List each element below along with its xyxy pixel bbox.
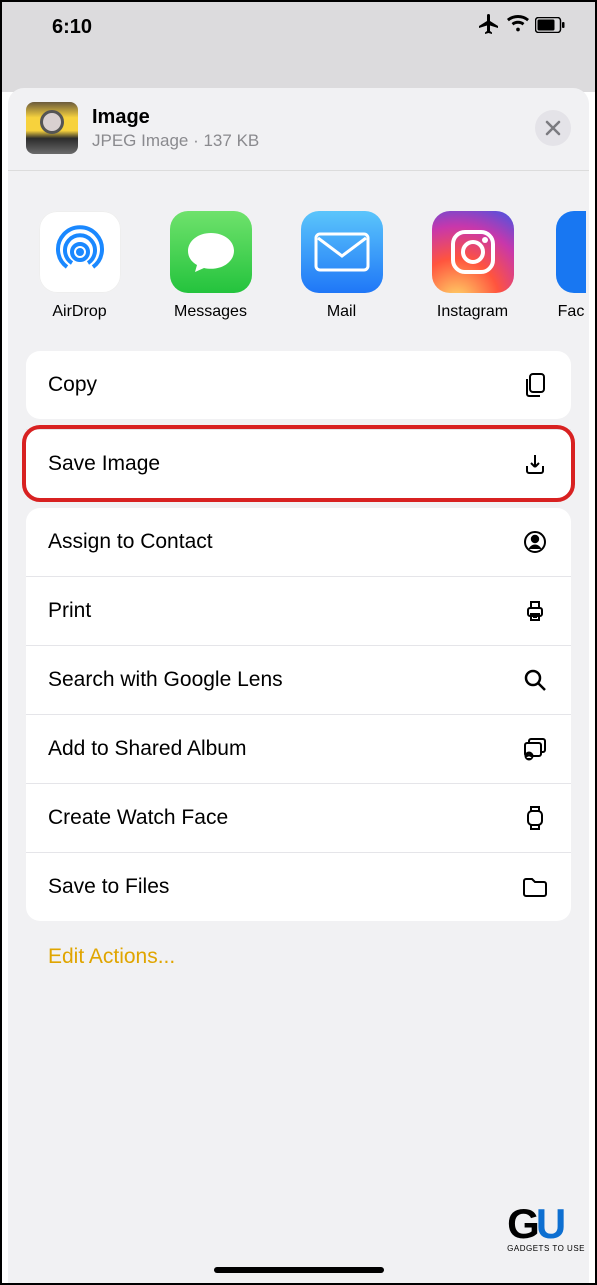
action-group-save-image: Save Image — [26, 429, 571, 498]
mail-icon — [301, 211, 383, 293]
actions-container: Copy Save Image Assign to Contact — [8, 351, 589, 1001]
share-app-messages[interactable]: Messages — [163, 211, 258, 321]
share-app-instagram[interactable]: Instagram — [425, 211, 520, 321]
print-icon — [521, 597, 549, 625]
messages-icon — [170, 211, 252, 293]
download-icon — [521, 450, 549, 478]
share-app-label: Messages — [174, 303, 247, 321]
share-app-label: Instagram — [437, 303, 508, 321]
watermark-logo: GU — [507, 1200, 585, 1248]
share-app-label: Fac — [558, 303, 585, 321]
status-right — [477, 12, 565, 42]
copy-icon — [521, 371, 549, 399]
share-header: Image JPEG Image · 137 KB — [8, 88, 589, 171]
action-group-copy: Copy — [26, 351, 571, 419]
share-app-facebook[interactable]: Fac — [556, 211, 586, 321]
file-title: Image — [92, 106, 259, 129]
close-icon — [545, 120, 561, 136]
share-sheet: Image JPEG Image · 137 KB AirDrop Messag… — [8, 88, 589, 1283]
close-button[interactable] — [535, 110, 571, 146]
facebook-icon — [556, 211, 586, 293]
action-label: Search with Google Lens — [48, 668, 283, 692]
share-apps-row: AirDrop Messages Mail Instagram Fac — [8, 171, 589, 351]
file-subtitle: JPEG Image · 137 KB — [92, 131, 259, 151]
action-save-image[interactable]: Save Image — [26, 429, 571, 498]
airplane-mode-icon — [477, 12, 501, 42]
edit-actions-button[interactable]: Edit Actions... — [26, 931, 571, 983]
file-thumbnail — [26, 102, 78, 154]
action-label: Print — [48, 599, 91, 623]
shared-album-icon — [521, 735, 549, 763]
folder-icon — [521, 873, 549, 901]
share-apps-container[interactable]: AirDrop Messages Mail Instagram Fac — [8, 171, 589, 351]
action-label: Assign to Contact — [48, 530, 213, 554]
sheet-backdrop — [2, 52, 595, 92]
watch-icon — [521, 804, 549, 832]
share-app-label: Mail — [327, 303, 356, 321]
home-indicator[interactable] — [214, 1267, 384, 1273]
share-app-airdrop[interactable]: AirDrop — [32, 211, 127, 321]
wifi-icon — [507, 13, 529, 41]
action-label: Create Watch Face — [48, 806, 228, 830]
status-bar: 6:10 — [2, 2, 595, 52]
share-app-mail[interactable]: Mail — [294, 211, 389, 321]
action-label: Save to Files — [48, 875, 169, 899]
action-label: Save Image — [48, 452, 160, 476]
status-time: 6:10 — [52, 16, 92, 39]
action-label: Copy — [48, 373, 97, 397]
action-copy[interactable]: Copy — [26, 351, 571, 419]
watermark-text: GADGETS TO USE — [507, 1244, 585, 1253]
watermark: GU GADGETS TO USE — [507, 1200, 585, 1253]
contact-icon — [521, 528, 549, 556]
battery-icon — [535, 16, 565, 39]
action-print[interactable]: Print — [26, 576, 571, 645]
action-save-files[interactable]: Save to Files — [26, 852, 571, 921]
instagram-icon — [432, 211, 514, 293]
action-watch-face[interactable]: Create Watch Face — [26, 783, 571, 852]
action-google-lens[interactable]: Search with Google Lens — [26, 645, 571, 714]
action-label: Add to Shared Album — [48, 737, 246, 761]
action-shared-album[interactable]: Add to Shared Album — [26, 714, 571, 783]
airdrop-icon — [39, 211, 121, 293]
share-app-label: AirDrop — [52, 303, 106, 321]
action-group-main: Assign to Contact Print Search with Goog… — [26, 508, 571, 921]
search-icon — [521, 666, 549, 694]
file-info: Image JPEG Image · 137 KB — [92, 106, 259, 151]
action-assign-contact[interactable]: Assign to Contact — [26, 508, 571, 576]
